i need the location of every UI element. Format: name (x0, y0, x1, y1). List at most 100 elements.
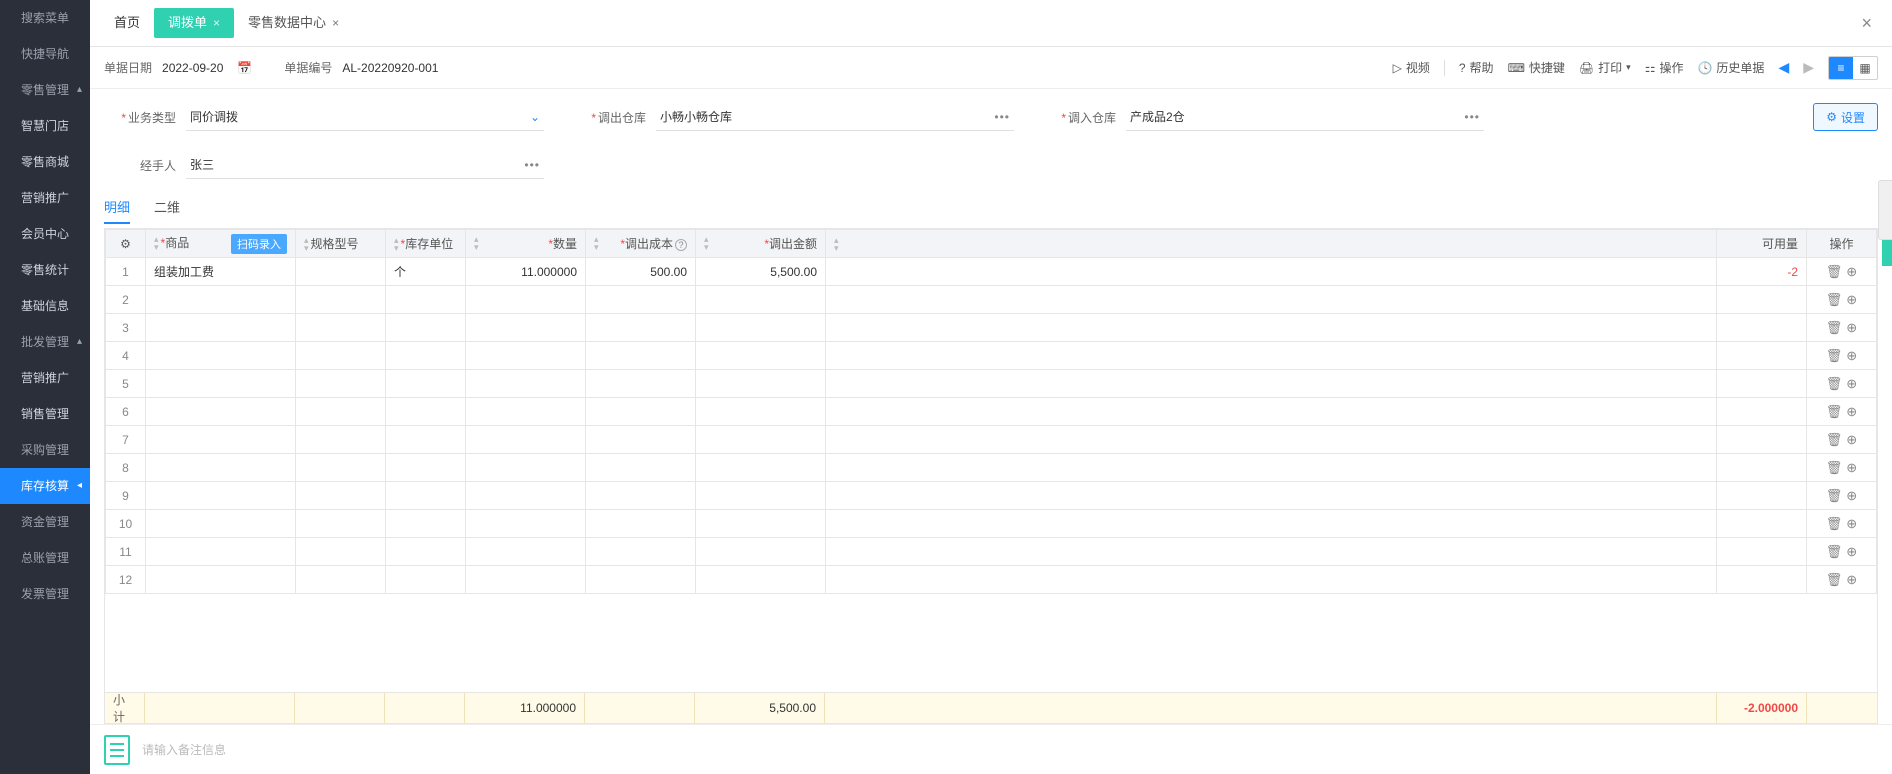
sidebar-item-search[interactable]: 搜索菜单 (0, 0, 90, 36)
cell-product[interactable] (146, 314, 296, 342)
cell-product[interactable] (146, 454, 296, 482)
cell-unit[interactable] (386, 370, 466, 398)
add-icon[interactable]: ⊕ (1846, 460, 1857, 475)
add-icon[interactable]: ⊕ (1846, 264, 1857, 279)
add-icon[interactable]: ⊕ (1846, 572, 1857, 587)
add-icon[interactable]: ⊕ (1846, 488, 1857, 503)
cell-cost[interactable] (586, 482, 696, 510)
handler-select[interactable]: 张三••• (186, 151, 544, 179)
cell-unit[interactable] (386, 426, 466, 454)
delete-icon[interactable]: 🗑 (1826, 460, 1843, 475)
table-row[interactable]: 2🗑⊕ (106, 286, 1877, 314)
cell-amount[interactable] (696, 426, 826, 454)
more-icon[interactable]: ••• (524, 158, 540, 172)
cell-qty[interactable] (466, 370, 586, 398)
cell-product[interactable]: 组装加工费 (146, 258, 296, 286)
sidebar-group-retail[interactable]: 零售管理▴ (0, 72, 90, 108)
cell-qty[interactable] (466, 454, 586, 482)
right-drawer-handle[interactable] (1878, 180, 1892, 240)
delete-icon[interactable]: 🗑 (1826, 488, 1843, 503)
cell-cost[interactable] (586, 398, 696, 426)
col-amount[interactable]: ▴▾*调出金额 (696, 230, 826, 258)
table-row[interactable]: 7🗑⊕ (106, 426, 1877, 454)
cell-spec[interactable] (296, 258, 386, 286)
table-row[interactable]: 10🗑⊕ (106, 510, 1877, 538)
cell-unit[interactable] (386, 510, 466, 538)
cell-amount[interactable] (696, 538, 826, 566)
cell-qty[interactable] (466, 314, 586, 342)
outwh-select[interactable]: 小畅小畅仓库••• (656, 103, 1014, 131)
sidebar-item-sales[interactable]: 销售管理 (0, 396, 90, 432)
table-row[interactable]: 4🗑⊕ (106, 342, 1877, 370)
cell-amount[interactable] (696, 286, 826, 314)
right-accent-tab[interactable] (1882, 240, 1892, 266)
add-icon[interactable]: ⊕ (1846, 404, 1857, 419)
sidebar-item-quicknav[interactable]: 快捷导航 (0, 36, 90, 72)
add-icon[interactable]: ⊕ (1846, 376, 1857, 391)
col-available[interactable]: 可用量 (1717, 230, 1807, 258)
delete-icon[interactable]: 🗑 (1826, 264, 1843, 279)
delete-icon[interactable]: 🗑 (1826, 320, 1843, 335)
cell-amount[interactable] (696, 370, 826, 398)
cell-cost[interactable]: 500.00 (586, 258, 696, 286)
date-input[interactable]: 2022-09-20 (162, 61, 223, 75)
delete-icon[interactable]: 🗑 (1826, 404, 1843, 419)
cell-qty[interactable] (466, 286, 586, 314)
cell-unit[interactable] (386, 314, 466, 342)
table-row[interactable]: 11🗑⊕ (106, 538, 1877, 566)
delete-icon[interactable]: 🗑 (1826, 432, 1843, 447)
cell-amount[interactable] (696, 342, 826, 370)
cell-qty[interactable]: 11.000000 (466, 258, 586, 286)
tab-retaildata[interactable]: 零售数据中心× (234, 8, 353, 38)
col-spec[interactable]: ▴▾规格型号 (296, 230, 386, 258)
cell-product[interactable] (146, 426, 296, 454)
table-row[interactable]: 6🗑⊕ (106, 398, 1877, 426)
tab-home[interactable]: 首页 (100, 8, 154, 38)
cell-cost[interactable] (586, 510, 696, 538)
cell-unit[interactable] (386, 566, 466, 594)
add-icon[interactable]: ⊕ (1846, 544, 1857, 559)
sidebar-item-marketing2[interactable]: 营销推广 (0, 360, 90, 396)
cell-unit[interactable] (386, 538, 466, 566)
sidebar-item-invoice[interactable]: 发票管理 (0, 576, 90, 612)
sidebar-item-funds[interactable]: 资金管理 (0, 504, 90, 540)
view-card-button[interactable]: ▦ (1853, 57, 1877, 79)
help-button[interactable]: ?帮助 (1459, 59, 1494, 76)
cell-qty[interactable] (466, 538, 586, 566)
cell-unit[interactable] (386, 482, 466, 510)
cell-qty[interactable] (466, 342, 586, 370)
cell-qty[interactable] (466, 510, 586, 538)
sidebar-item-member[interactable]: 会员中心 (0, 216, 90, 252)
cell-amount[interactable] (696, 566, 826, 594)
add-icon[interactable]: ⊕ (1846, 348, 1857, 363)
cell-unit[interactable] (386, 342, 466, 370)
cell-unit[interactable]: 个 (386, 258, 466, 286)
next-doc-button[interactable]: ▶ (1803, 59, 1814, 76)
cell-spec[interactable] (296, 370, 386, 398)
cell-cost[interactable] (586, 370, 696, 398)
col-product[interactable]: ▴▾*商品扫码录入 (146, 230, 296, 258)
cell-amount[interactable] (696, 398, 826, 426)
add-icon[interactable]: ⊕ (1846, 292, 1857, 307)
col-cost[interactable]: ▴▾*调出成本? (586, 230, 696, 258)
sidebar-item-inventory[interactable]: 库存核算◂ (0, 468, 90, 504)
col-unit[interactable]: ▴▾*库存单位 (386, 230, 466, 258)
cell-amount[interactable] (696, 510, 826, 538)
delete-icon[interactable]: 🗑 (1826, 544, 1843, 559)
delete-icon[interactable]: 🗑 (1826, 292, 1843, 307)
cell-cost[interactable] (586, 314, 696, 342)
cell-cost[interactable] (586, 566, 696, 594)
table-row[interactable]: 8🗑⊕ (106, 454, 1877, 482)
history-button[interactable]: 🕓历史单据 (1697, 59, 1764, 76)
print-button[interactable]: 🖨打印▾ (1579, 59, 1631, 76)
prev-doc-button[interactable]: ◀ (1778, 59, 1789, 76)
sidebar-item-retailmall[interactable]: 零售商城 (0, 144, 90, 180)
table-row[interactable]: 5🗑⊕ (106, 370, 1877, 398)
cell-unit[interactable] (386, 398, 466, 426)
sidebar-group-wholesale[interactable]: 批发管理▴ (0, 324, 90, 360)
sidebar-item-ledger[interactable]: 总账管理 (0, 540, 90, 576)
scan-button[interactable]: 扫码录入 (231, 234, 287, 254)
sidebar-item-baseinfo[interactable]: 基础信息 (0, 288, 90, 324)
biztype-select[interactable]: 同价调拨⌄ (186, 103, 544, 131)
video-button[interactable]: ▷视频 (1393, 59, 1430, 76)
